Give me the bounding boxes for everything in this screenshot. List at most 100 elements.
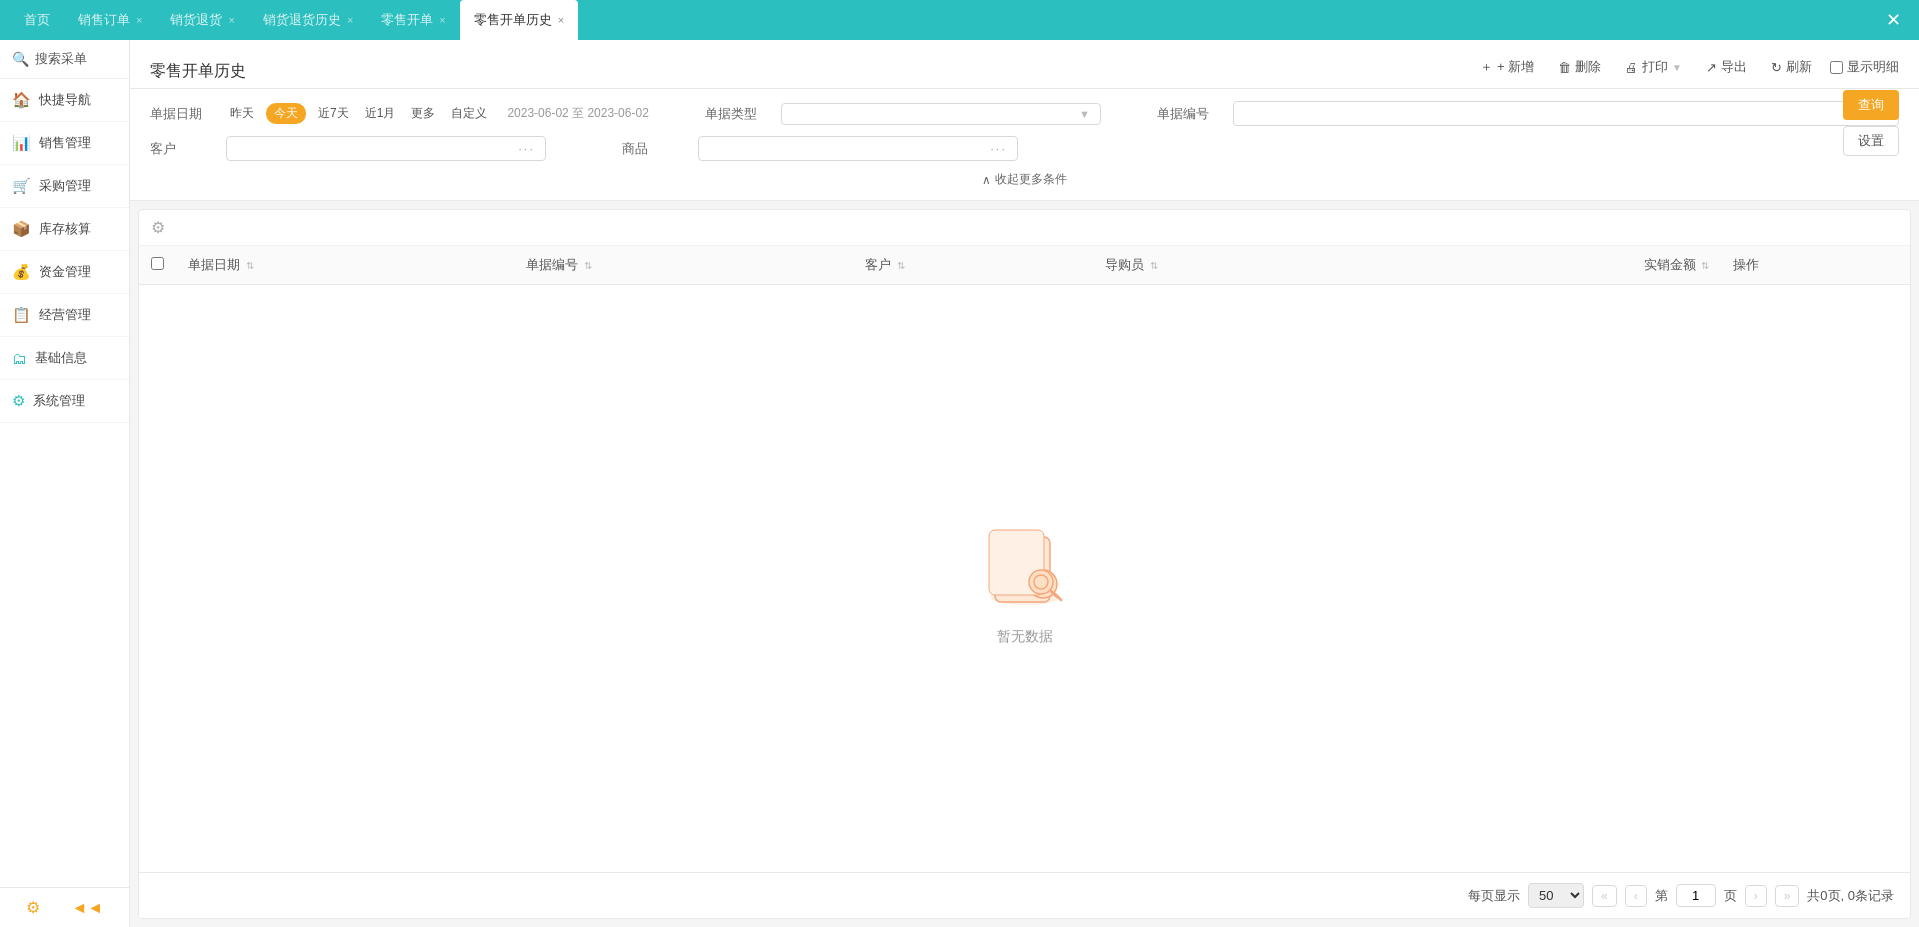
doc-no-label: 单据编号 — [1157, 105, 1217, 123]
first-page-button[interactable]: « — [1592, 885, 1617, 907]
delete-button[interactable]: 🗑 删除 — [1552, 54, 1607, 80]
empty-state: 暂无数据 — [139, 285, 1910, 872]
date-btn-more[interactable]: 更多 — [407, 103, 439, 124]
customer-select[interactable]: ··· — [226, 136, 546, 161]
date-range: 2023-06-02 至 2023-06-02 — [507, 105, 648, 122]
table-settings-icon[interactable]: ⚙ — [151, 218, 165, 237]
delete-icon: 🗑 — [1558, 60, 1571, 75]
page-number-input[interactable] — [1676, 884, 1716, 907]
sidebar-item-inventory[interactable]: 📦 库存核算 — [0, 208, 129, 251]
sales-icon: 📊 — [12, 134, 31, 152]
sidebar: 🔍 搜索采单 🏠 快捷导航 📊 销售管理 🛒 采购管理 📦 库存核算 💰 — [0, 40, 130, 927]
tab-close-sales-return[interactable]: × — [228, 14, 234, 26]
date-btn-7days[interactable]: 近7天 — [314, 103, 353, 124]
sidebar-item-sales[interactable]: 📊 销售管理 — [0, 122, 129, 165]
sidebar-item-operations[interactable]: 📋 经营管理 — [0, 294, 129, 337]
tab-sales-order[interactable]: 销售订单 × — [64, 0, 156, 40]
sidebar-item-system[interactable]: ⚙ 系统管理 — [0, 380, 129, 423]
sidebar-item-purchase[interactable]: 🛒 采购管理 — [0, 165, 129, 208]
tab-close-sales-order[interactable]: × — [136, 14, 142, 26]
export-icon: ↗ — [1706, 60, 1717, 75]
header-actions: ＋ + 新增 🗑 删除 🖨 打印 ▼ ↗ 导出 ↻ — [1474, 54, 1899, 88]
sidebar-search[interactable]: 🔍 搜索采单 — [0, 40, 129, 79]
tab-sales-return[interactable]: 销货退货 × — [156, 0, 248, 40]
date-btn-1month[interactable]: 近1月 — [361, 103, 400, 124]
sort-date-icon: ⇅ — [246, 260, 254, 271]
add-icon: ＋ — [1480, 58, 1493, 76]
window-close-button[interactable]: ✕ — [1878, 9, 1909, 31]
sort-amount-icon: ⇅ — [1701, 260, 1709, 271]
finance-icon: 💰 — [12, 263, 31, 281]
system-icon: ⚙ — [12, 392, 25, 410]
print-dropdown-icon: ▼ — [1672, 62, 1682, 73]
col-guide[interactable]: 导购员 ⇅ — [1093, 246, 1382, 285]
sort-guide-icon: ⇅ — [1150, 260, 1158, 271]
sidebar-bottom: ⚙ ◄◄ — [0, 887, 129, 927]
print-icon: 🖨 — [1625, 60, 1638, 75]
col-ops: 操作 — [1721, 246, 1910, 285]
tab-home[interactable]: 首页 — [10, 0, 64, 40]
show-detail-checkbox-label[interactable]: 显示明细 — [1830, 58, 1899, 76]
add-button[interactable]: ＋ + 新增 — [1474, 54, 1540, 80]
col-amount[interactable]: 实销金额 ⇅ — [1383, 246, 1721, 285]
export-button[interactable]: ↗ 导出 — [1700, 54, 1753, 80]
collapse-button[interactable]: ∧ 收起更多条件 — [982, 171, 1067, 188]
sidebar-collapse-button[interactable]: ◄◄ — [71, 899, 103, 917]
per-page-select[interactable]: 50 100 200 — [1528, 883, 1584, 908]
col-customer[interactable]: 客户 ⇅ — [853, 246, 1093, 285]
sidebar-item-finance[interactable]: 💰 资金管理 — [0, 251, 129, 294]
purchase-icon: 🛒 — [12, 177, 31, 195]
empty-text: 暂无数据 — [997, 628, 1053, 646]
col-no[interactable]: 单据编号 ⇅ — [514, 246, 852, 285]
per-page-label: 每页显示 — [1468, 887, 1520, 905]
prev-page-button[interactable]: ‹ — [1625, 885, 1647, 907]
tab-close-retail-open-history[interactable]: × — [558, 14, 564, 26]
date-btn-yesterday[interactable]: 昨天 — [226, 103, 258, 124]
tab-retail-open-history[interactable]: 零售开单历史 × — [460, 0, 578, 40]
date-btn-today[interactable]: 今天 — [266, 103, 306, 124]
doc-type-select[interactable]: ▼ — [781, 103, 1101, 125]
filter-row-1: 单据日期 昨天 今天 近7天 近1月 更多 自定义 2023-06-02 至 2… — [150, 101, 1899, 126]
goods-dots: ··· — [990, 141, 1007, 156]
settings-button[interactable]: 设置 — [1843, 126, 1899, 156]
print-button[interactable]: 🖨 打印 ▼ — [1619, 54, 1688, 80]
main-layout: 🔍 搜索采单 🏠 快捷导航 📊 销售管理 🛒 采购管理 📦 库存核算 💰 — [0, 40, 1919, 927]
sort-customer-icon: ⇅ — [897, 260, 905, 271]
search-icon: 🔍 — [12, 51, 29, 67]
next-page-button[interactable]: › — [1745, 885, 1767, 907]
table-container: ⚙ 单据日期 ⇅ 单据编号 ⇅ — [138, 209, 1911, 919]
total-info: 共0页, 0条记录 — [1807, 887, 1894, 905]
doc-type-label: 单据类型 — [705, 105, 765, 123]
top-tab-bar: 首页 销售订单 × 销货退货 × 销货退货历史 × 零售开单 × 零售开单历史 … — [0, 0, 1919, 40]
refresh-button[interactable]: ↻ 刷新 — [1765, 54, 1818, 80]
home-icon: 🏠 — [12, 91, 31, 109]
filter-area: 单据日期 昨天 今天 近7天 近1月 更多 自定义 2023-06-02 至 2… — [130, 89, 1919, 201]
query-button[interactable]: 查询 — [1843, 90, 1899, 120]
date-btn-custom[interactable]: 自定义 — [447, 103, 491, 124]
last-page-button[interactable]: » — [1775, 885, 1800, 907]
goods-label: 商品 — [622, 140, 682, 158]
operations-icon: 📋 — [12, 306, 31, 324]
customer-label: 客户 — [150, 140, 210, 158]
page-label: 第 — [1655, 887, 1668, 905]
tab-sales-return-history[interactable]: 销货退货历史 × — [249, 0, 367, 40]
tab-retail-open[interactable]: 零售开单 × — [367, 0, 459, 40]
date-label: 单据日期 — [150, 105, 210, 123]
floating-actions: 查询 设置 — [1843, 90, 1899, 156]
col-date[interactable]: 单据日期 ⇅ — [176, 246, 514, 285]
select-all-checkbox[interactable] — [151, 257, 164, 270]
svg-point-10 — [1029, 570, 1053, 594]
customer-dots: ··· — [518, 141, 535, 156]
sidebar-menu: 🏠 快捷导航 📊 销售管理 🛒 采购管理 📦 库存核算 💰 资金管理 📋 — [0, 79, 129, 887]
sidebar-settings-button[interactable]: ⚙ — [26, 898, 40, 917]
doc-no-input[interactable] — [1233, 101, 1899, 126]
page-unit: 页 — [1724, 887, 1737, 905]
show-detail-checkbox[interactable] — [1830, 61, 1843, 74]
tab-close-retail-open[interactable]: × — [439, 14, 445, 26]
col-checkbox — [139, 246, 176, 285]
doc-type-dropdown-icon: ▼ — [1079, 108, 1090, 120]
sidebar-item-quick-nav[interactable]: 🏠 快捷导航 — [0, 79, 129, 122]
tab-close-sales-return-history[interactable]: × — [347, 14, 353, 26]
sidebar-item-base-info[interactable]: 🗂 基础信息 — [0, 337, 129, 380]
goods-select[interactable]: ··· — [698, 136, 1018, 161]
